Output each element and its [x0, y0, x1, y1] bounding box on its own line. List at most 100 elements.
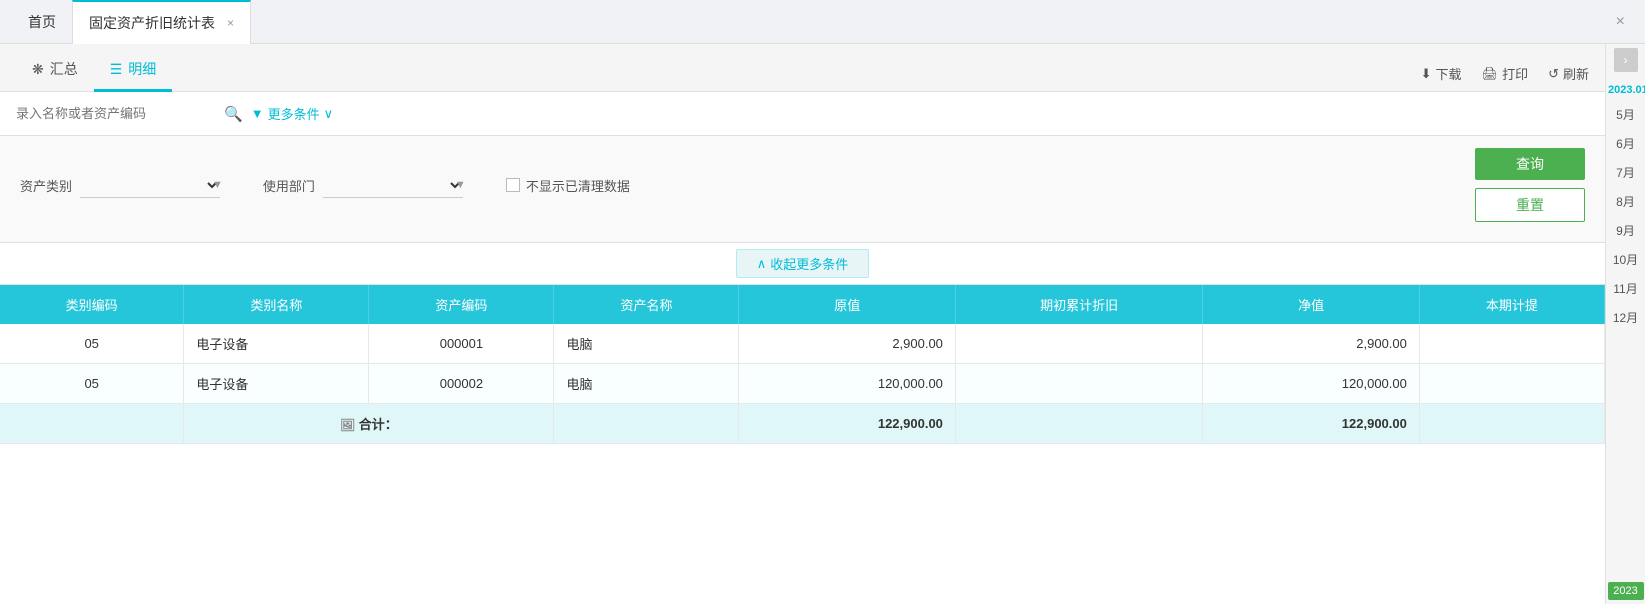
col-asset-name: 资产名称: [554, 285, 739, 324]
col-current-depreciation: 本期计提: [1419, 285, 1604, 324]
department-arrow-icon: ▼: [455, 179, 466, 191]
tab-detail-label: 明细: [128, 59, 156, 79]
month-10[interactable]: 10月: [1606, 245, 1645, 274]
month-5[interactable]: 5月: [1606, 100, 1645, 129]
detail-icon: ☰: [110, 61, 123, 78]
cell-cat-name: 电子设备: [184, 324, 369, 364]
cell-net-value: 120,000.00: [1203, 364, 1419, 404]
cell-cat-name: 电子设备: [184, 364, 369, 404]
total-accumulated-depreciation: [955, 404, 1203, 444]
month-9[interactable]: 9月: [1606, 216, 1645, 245]
filter-more-button[interactable]: ▼ 更多条件 ∨: [251, 104, 333, 123]
total-cell-label: 🖼 合计：: [184, 404, 554, 444]
tab-home[interactable]: 首页: [12, 0, 72, 44]
cell-current-depreciation: [1419, 364, 1604, 404]
cell-net-value: 2,900.00: [1203, 324, 1419, 364]
col-net-value: 净值: [1203, 285, 1419, 324]
department-label: 使用部门: [263, 176, 315, 195]
filter-actions: 查询 重置: [1475, 148, 1585, 222]
tab-summary-label: 汇总: [50, 59, 78, 79]
data-table: 类别编码 类别名称 资产编码 资产名称 原值 期初累计折旧 净值 本期计提 05…: [0, 285, 1605, 444]
cell-asset-name: 电脑: [554, 364, 739, 404]
cell-asset-code: 000002: [369, 364, 554, 404]
col-accumulated-depreciation: 期初累计折旧: [955, 285, 1203, 324]
print-icon: 🖨: [1482, 66, 1499, 82]
col-cat-name: 类别名称: [184, 285, 369, 324]
tab-close-icon[interactable]: ×: [227, 16, 234, 30]
total-cell-empty1: [0, 404, 184, 444]
total-original-value: 122,900.00: [739, 404, 955, 444]
right-sidebar: › 2023.01 5月 6月 7月 8月 9月 10月 11月 12月 202…: [1605, 44, 1645, 604]
month-11[interactable]: 11月: [1606, 274, 1645, 303]
summary-icon: ❋: [32, 61, 44, 78]
department-select[interactable]: [323, 172, 463, 198]
table-row: 05 电子设备 000002 电脑 120,000.00 120,000.00: [0, 364, 1605, 404]
cell-asset-name: 电脑: [554, 324, 739, 364]
filter-department: 使用部门 ▼: [263, 172, 466, 198]
cell-accumulated-depreciation: [955, 364, 1203, 404]
filter-area: 资产类别 ▼ 使用部门 ▼ 不显示已清理数据: [0, 136, 1605, 243]
month-6[interactable]: 6月: [1606, 129, 1645, 158]
cell-original-value: 2,900.00: [739, 324, 955, 364]
table-row: 05 电子设备 000001 电脑 2,900.00 2,900.00: [0, 324, 1605, 364]
left-panel: ❋ 汇总 ☰ 明细 ⬇ 下载 🖨 打印 ↺ 刷新: [0, 44, 1605, 604]
download-button[interactable]: ⬇ 下载: [1421, 64, 1462, 83]
filter-row: 资产类别 ▼ 使用部门 ▼ 不显示已清理数据: [20, 148, 1585, 222]
asset-category-arrow-icon: ▼: [212, 179, 223, 191]
search-bar: 🔍 ▼ 更多条件 ∨: [0, 92, 1605, 136]
month-7[interactable]: 7月: [1606, 158, 1645, 187]
year-badge[interactable]: 2023: [1608, 582, 1644, 600]
tab-active-label: 固定资产折旧统计表: [89, 13, 215, 33]
total-current-depreciation: [1419, 404, 1604, 444]
filter-chevron-icon: ∨: [324, 106, 334, 122]
refresh-button[interactable]: ↺ 刷新: [1548, 64, 1589, 83]
window-close-button[interactable]: ×: [1608, 9, 1633, 35]
collapse-icon: ∧: [757, 256, 767, 272]
cell-accumulated-depreciation: [955, 324, 1203, 364]
download-label: 下载: [1436, 64, 1462, 83]
print-button[interactable]: 🖨 打印: [1482, 64, 1529, 83]
reset-button[interactable]: 重置: [1475, 188, 1585, 222]
search-icon[interactable]: 🔍: [224, 105, 243, 123]
collapse-label: 收起更多条件: [770, 254, 848, 273]
tab-bar: 首页 固定资产折旧统计表 × ×: [0, 0, 1645, 44]
cell-cat-code: 05: [0, 364, 184, 404]
total-net-value: 122,900.00: [1203, 404, 1419, 444]
table-wrapper: 类别编码 类别名称 资产编码 资产名称 原值 期初累计折旧 净值 本期计提 05…: [0, 285, 1605, 604]
month-8[interactable]: 8月: [1606, 187, 1645, 216]
cell-asset-code: 000001: [369, 324, 554, 364]
sub-tab-bar: ❋ 汇总 ☰ 明细 ⬇ 下载 🖨 打印 ↺ 刷新: [0, 44, 1605, 92]
filter-icon: ▼: [251, 106, 264, 121]
date-label: 2023.01: [1606, 80, 1645, 100]
table-total-row: 🖼 合计： 122,900.00 122,900.00: [0, 404, 1605, 444]
month-12[interactable]: 12月: [1606, 303, 1645, 332]
cell-current-depreciation: [1419, 324, 1604, 364]
total-cell-empty2: [554, 404, 739, 444]
filter-asset-category: 资产类别 ▼: [20, 172, 223, 198]
download-icon: ⬇: [1421, 66, 1432, 82]
print-label: 打印: [1502, 64, 1528, 83]
asset-category-label: 资产类别: [20, 176, 72, 195]
sidebar-arrow-button[interactable]: ›: [1614, 48, 1638, 72]
no-cleared-checkbox[interactable]: [506, 178, 520, 192]
search-input[interactable]: [16, 106, 216, 121]
col-asset-code: 资产编码: [369, 285, 554, 324]
collapse-button[interactable]: ∧ 收起更多条件: [736, 249, 870, 278]
table-header-row: 类别编码 类别名称 资产编码 资产名称 原值 期初累计折旧 净值 本期计提: [0, 285, 1605, 324]
cell-original-value: 120,000.00: [739, 364, 955, 404]
tab-detail[interactable]: ☰ 明细: [94, 49, 173, 92]
query-button[interactable]: 查询: [1475, 148, 1585, 180]
main-content: ❋ 汇总 ☰ 明细 ⬇ 下载 🖨 打印 ↺ 刷新: [0, 44, 1645, 604]
filter-more-label: 更多条件: [268, 104, 320, 123]
asset-category-select[interactable]: [80, 172, 220, 198]
refresh-label: 刷新: [1563, 64, 1589, 83]
col-original-value: 原值: [739, 285, 955, 324]
tab-active[interactable]: 固定资产折旧统计表 ×: [72, 0, 251, 44]
refresh-icon: ↺: [1548, 66, 1559, 82]
tab-summary[interactable]: ❋ 汇总: [16, 49, 94, 92]
total-icon: 🖼: [340, 418, 355, 432]
cell-cat-code: 05: [0, 324, 184, 364]
collapse-button-area: ∧ 收起更多条件: [0, 243, 1605, 285]
sub-tab-actions: ⬇ 下载 🖨 打印 ↺ 刷新: [1421, 64, 1589, 91]
no-cleared-checkbox-item: 不显示已清理数据: [506, 176, 630, 195]
